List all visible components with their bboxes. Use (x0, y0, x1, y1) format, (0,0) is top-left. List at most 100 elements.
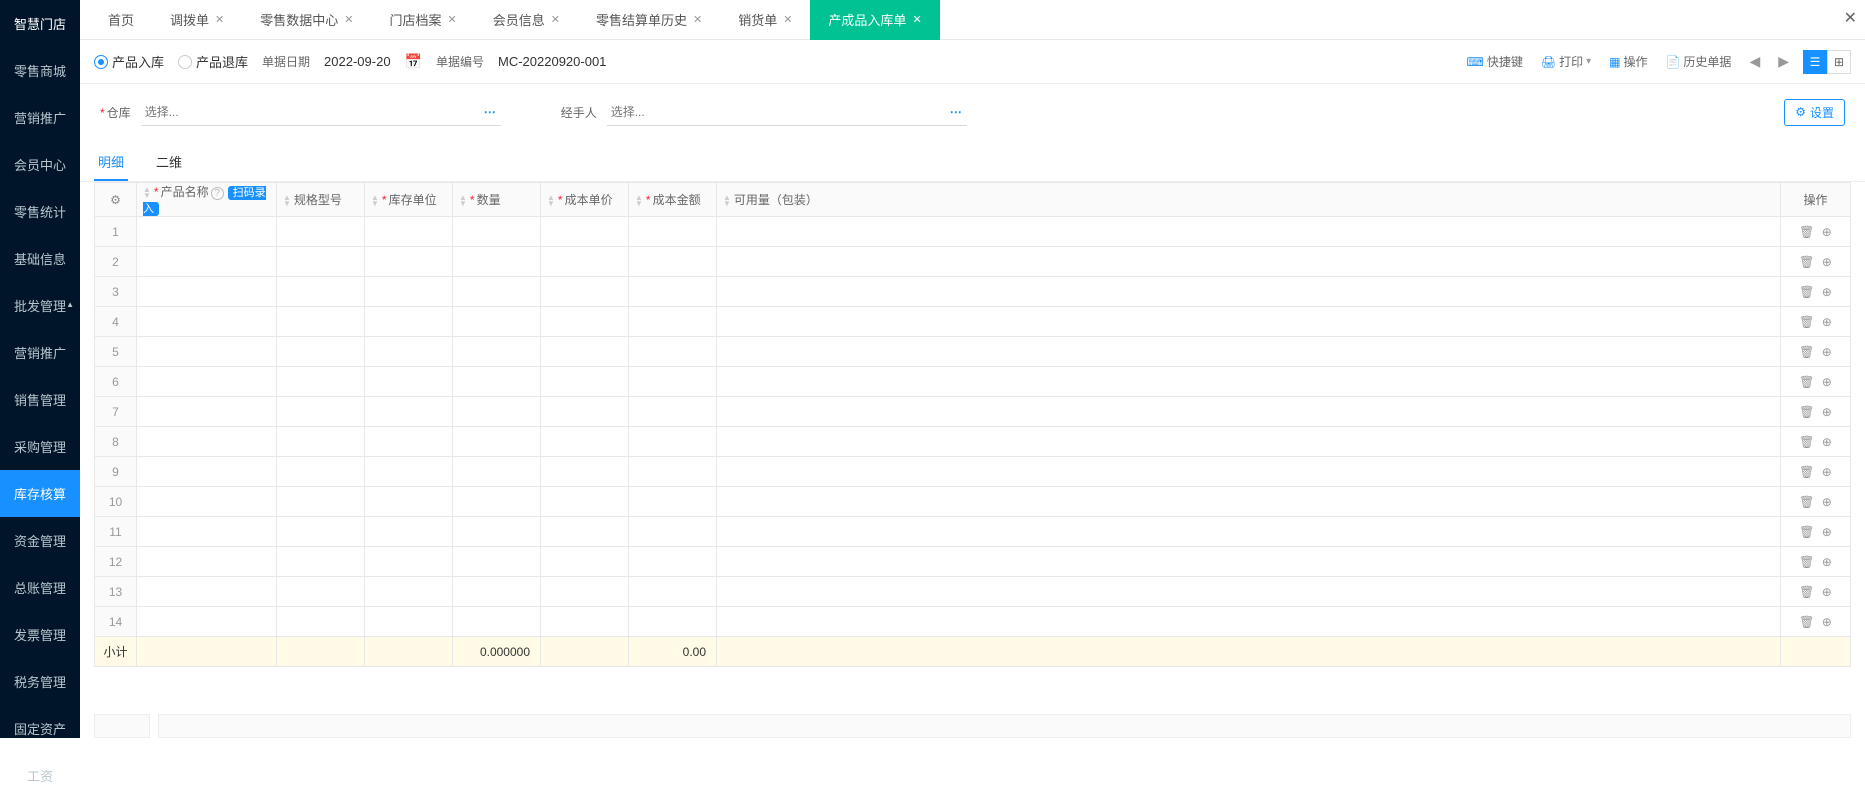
tab[interactable]: 零售结算单历史✕ (578, 0, 720, 40)
cell-qty[interactable] (453, 397, 541, 427)
close-icon[interactable]: ✕ (783, 13, 792, 26)
cell-unit[interactable] (365, 307, 453, 337)
cell-cost-price[interactable] (541, 307, 629, 337)
cell-unit[interactable] (365, 577, 453, 607)
cell-cost-price[interactable] (541, 457, 629, 487)
warehouse-select[interactable]: ⋯ (141, 98, 501, 126)
cell-unit[interactable] (365, 457, 453, 487)
cell-qty[interactable] (453, 307, 541, 337)
copy-icon[interactable]: ⊕ (1822, 495, 1832, 509)
delete-icon[interactable]: 🗑 (1799, 555, 1814, 569)
close-icon[interactable]: ✕ (693, 13, 702, 26)
col-cost-amount[interactable]: ▲▼*成本金额 (629, 183, 717, 217)
col-cost-price[interactable]: ▲▼*成本单价 (541, 183, 629, 217)
cell-spec[interactable] (277, 337, 365, 367)
col-qty[interactable]: ▲▼*数量 (453, 183, 541, 217)
delete-icon[interactable]: 🗑 (1799, 285, 1814, 299)
table-row[interactable]: 9🗑 ⊕ (95, 457, 1851, 487)
cell-cost-price[interactable] (541, 427, 629, 457)
cell-spec[interactable] (277, 427, 365, 457)
sidebar-item[interactable]: 发票管理 (0, 611, 80, 658)
copy-icon[interactable]: ⊕ (1822, 585, 1832, 599)
table-row[interactable]: 10🗑 ⊕ (95, 487, 1851, 517)
sidebar-item[interactable]: 批发管理 (0, 282, 80, 329)
delete-icon[interactable]: 🗑 (1799, 315, 1814, 329)
sidebar-item[interactable]: 基础信息 (0, 235, 80, 282)
sidebar-item[interactable]: 营销推广 (0, 329, 80, 376)
table-row[interactable]: 2🗑 ⊕ (95, 247, 1851, 277)
tab[interactable]: 销货单✕ (720, 0, 810, 40)
copy-icon[interactable]: ⊕ (1822, 525, 1832, 539)
copy-icon[interactable]: ⊕ (1822, 345, 1832, 359)
cell-spec[interactable] (277, 397, 365, 427)
tab[interactable]: 产成品入库单✕ (810, 0, 939, 40)
cell-qty[interactable] (453, 367, 541, 397)
sidebar-item[interactable]: 销售管理 (0, 376, 80, 423)
cell-cost-price[interactable] (541, 337, 629, 367)
cell-available[interactable] (717, 517, 1781, 547)
cell-spec[interactable] (277, 547, 365, 577)
close-all-tabs-icon[interactable]: ✕ (1844, 8, 1857, 28)
cell-qty[interactable] (453, 547, 541, 577)
more-icon[interactable]: ⋯ (950, 105, 963, 119)
warehouse-input[interactable] (145, 105, 497, 119)
shortcut-button[interactable]: ⌨快捷键 (1462, 49, 1526, 74)
table-row[interactable]: 13🗑 ⊕ (95, 577, 1851, 607)
cell-available[interactable] (717, 607, 1781, 637)
cell-unit[interactable] (365, 487, 453, 517)
table-row[interactable]: 11🗑 ⊕ (95, 517, 1851, 547)
cell-cost-amount[interactable] (629, 607, 717, 637)
table-row[interactable]: 3🗑 ⊕ (95, 277, 1851, 307)
calendar-icon[interactable]: 📅 (405, 53, 422, 70)
cell-qty[interactable] (453, 277, 541, 307)
cell-available[interactable] (717, 577, 1781, 607)
sidebar-item[interactable]: 总账管理 (0, 564, 80, 611)
settings-button[interactable]: ⚙ 设置 (1784, 99, 1845, 126)
cell-cost-price[interactable] (541, 217, 629, 247)
cell-qty[interactable] (453, 427, 541, 457)
card-view-button[interactable]: ⊞ (1827, 50, 1851, 74)
cell-cost-amount[interactable] (629, 457, 717, 487)
more-icon[interactable]: ⋯ (484, 105, 497, 119)
copy-icon[interactable]: ⊕ (1822, 435, 1832, 449)
cell-cost-amount[interactable] (629, 307, 717, 337)
tab[interactable]: 零售数据中心✕ (242, 0, 371, 40)
table-row[interactable]: 12🗑 ⊕ (95, 547, 1851, 577)
cell-qty[interactable] (453, 517, 541, 547)
cell-unit[interactable] (365, 337, 453, 367)
delete-icon[interactable]: 🗑 (1799, 225, 1814, 239)
cell-cost-price[interactable] (541, 247, 629, 277)
table-row[interactable]: 14🗑 ⊕ (95, 607, 1851, 637)
table-row[interactable]: 8🗑 ⊕ (95, 427, 1851, 457)
cell-available[interactable] (717, 337, 1781, 367)
sort-icon[interactable]: ▲▼ (547, 195, 555, 207)
sort-icon[interactable]: ▲▼ (143, 187, 151, 199)
delete-icon[interactable]: 🗑 (1799, 435, 1814, 449)
sidebar-item[interactable]: 资金管理 (0, 517, 80, 564)
cell-spec[interactable] (277, 607, 365, 637)
col-unit[interactable]: ▲▼*库存单位 (365, 183, 453, 217)
cell-cost-price[interactable] (541, 607, 629, 637)
cell-product[interactable] (137, 517, 277, 547)
sidebar-item[interactable]: 工资 (0, 752, 80, 799)
delete-icon[interactable]: 🗑 (1799, 465, 1814, 479)
sidebar-item[interactable]: 采购管理 (0, 423, 80, 470)
cell-product[interactable] (137, 547, 277, 577)
tab[interactable]: 调拨单✕ (152, 0, 242, 40)
cell-cost-price[interactable] (541, 547, 629, 577)
sidebar-item[interactable]: 税务管理 (0, 658, 80, 705)
cell-spec[interactable] (277, 307, 365, 337)
help-icon[interactable]: ? (211, 187, 224, 200)
history-button[interactable]: 📄历史单据 (1661, 49, 1735, 74)
cell-unit[interactable] (365, 517, 453, 547)
copy-icon[interactable]: ⊕ (1822, 405, 1832, 419)
cell-available[interactable] (717, 397, 1781, 427)
sidebar-item[interactable]: 智慧门店 (0, 0, 80, 47)
delete-icon[interactable]: 🗑 (1799, 585, 1814, 599)
cell-product[interactable] (137, 457, 277, 487)
cell-available[interactable] (717, 307, 1781, 337)
cell-spec[interactable] (277, 517, 365, 547)
delete-icon[interactable]: 🗑 (1799, 405, 1814, 419)
cell-cost-amount[interactable] (629, 487, 717, 517)
cell-unit[interactable] (365, 277, 453, 307)
